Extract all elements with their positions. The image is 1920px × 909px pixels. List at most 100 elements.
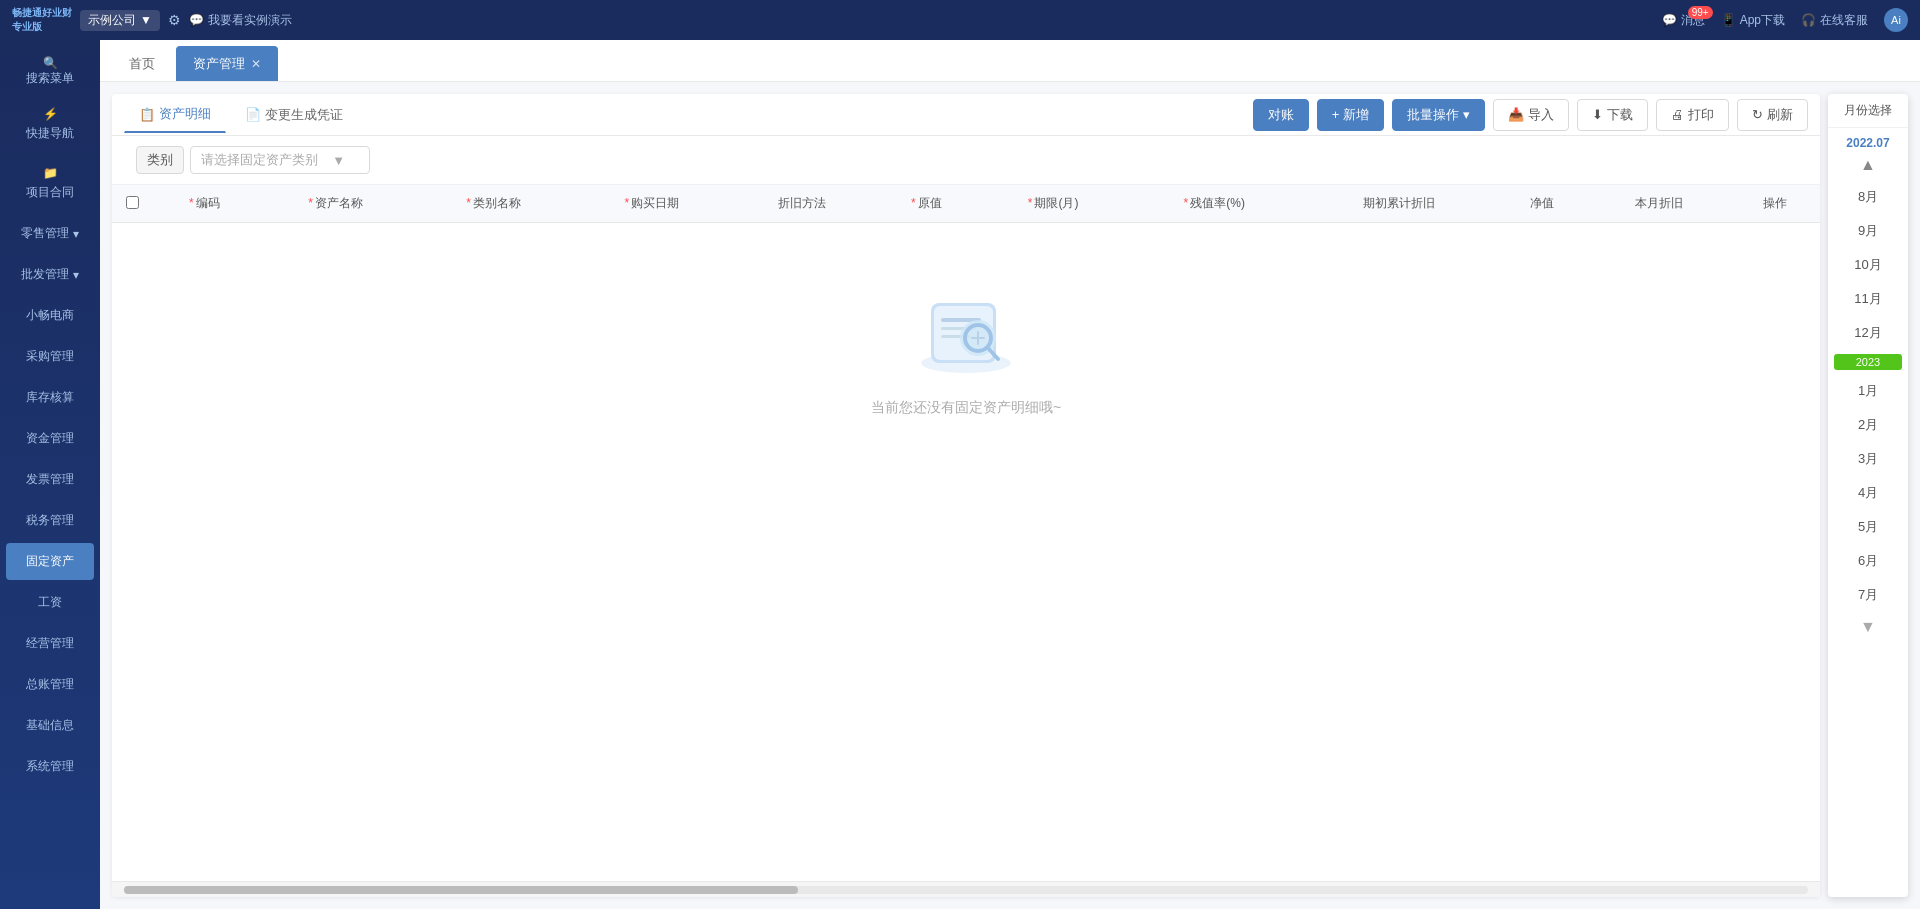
- print-button[interactable]: 🖨 打印: [1656, 99, 1729, 131]
- tab-bar: 首页 资产管理 ✕: [100, 40, 1920, 82]
- sidebar-item-finance[interactable]: 资金管理: [6, 420, 94, 457]
- download-icon: ⬇: [1592, 107, 1603, 122]
- sidebar-item-system[interactable]: 系统管理: [6, 748, 94, 785]
- sidebar-item-fixed-assets[interactable]: 固定资产: [6, 543, 94, 580]
- asset-table-wrap: *编码 *资产名称 *类别名称 *购买日期 折旧方法 *原值 *期限(月) *残…: [112, 185, 1820, 881]
- content-area: 首页 资产管理 ✕ 📋 资产明细 📄 变更生成凭证: [100, 40, 1920, 909]
- sidebar-item-inventory[interactable]: 库存核算: [6, 379, 94, 416]
- refresh-label: 刷新: [1767, 106, 1793, 124]
- month-12-2022[interactable]: 12月: [1828, 316, 1908, 350]
- sidebar-item-basic-info[interactable]: 基础信息: [6, 707, 94, 744]
- batch-ops-chevron: ▾: [1463, 107, 1470, 122]
- month-5-2023[interactable]: 5月: [1828, 510, 1908, 544]
- sidebar-item-project[interactable]: 📁 项目合同: [6, 156, 94, 211]
- scroll-up-button[interactable]: ▲: [1854, 154, 1882, 176]
- sidebar-item-business[interactable]: 经营管理: [6, 625, 94, 662]
- sidebar-search[interactable]: 🔍 搜索菜单: [0, 48, 100, 95]
- sidebar-item-wholesale[interactable]: 批发管理 ▾: [6, 256, 94, 293]
- category-placeholder: 请选择固定资产类别: [201, 151, 332, 169]
- tab-close-icon[interactable]: ✕: [251, 57, 261, 71]
- scroll-down-button[interactable]: ▼: [1854, 616, 1882, 638]
- online-service-button[interactable]: 🎧 在线客服: [1801, 12, 1868, 29]
- month-9-2022[interactable]: 9月: [1828, 214, 1908, 248]
- retail-label: 零售管理: [21, 225, 69, 242]
- month-8-2022[interactable]: 8月: [1828, 180, 1908, 214]
- retail-arrow-icon: ▾: [73, 227, 79, 241]
- search-label: 搜索菜单: [8, 70, 92, 87]
- settings-icon[interactable]: ⚙: [168, 12, 181, 28]
- month-2-2023[interactable]: 2月: [1828, 408, 1908, 442]
- scroll-down-area: ▼: [1828, 612, 1908, 642]
- messages-button[interactable]: 💬 消息 99+: [1662, 12, 1705, 29]
- sidebar-item-purchase[interactable]: 采购管理: [6, 338, 94, 375]
- app-edition: 专业版: [12, 20, 72, 34]
- month-1-2023[interactable]: 1月: [1828, 374, 1908, 408]
- refresh-button[interactable]: ↻ 刷新: [1737, 99, 1808, 131]
- app-download-icon: 📱: [1721, 13, 1736, 27]
- sidebar-item-tax[interactable]: 税务管理: [6, 502, 94, 539]
- empty-state: 当前您还没有固定资产明细哦~: [112, 223, 1820, 477]
- select-all-checkbox[interactable]: [126, 196, 139, 209]
- print-label: 打印: [1688, 106, 1714, 124]
- home-tab-label: 首页: [129, 55, 155, 73]
- import-button[interactable]: 📥 导入: [1493, 99, 1569, 131]
- basic-info-label: 基础信息: [26, 717, 74, 734]
- month-picker-title: 月份选择: [1844, 102, 1892, 119]
- user-avatar[interactable]: Ai: [1884, 8, 1908, 32]
- app-download-button[interactable]: 📱 App下载: [1721, 12, 1785, 29]
- sidebar-item-invoice[interactable]: 发票管理: [6, 461, 94, 498]
- print-icon: 🖨: [1671, 107, 1684, 122]
- month-picker: 月份选择 2022.07 ▲ 8月 9月 10月 11月 12月 2023 1月…: [1828, 94, 1908, 897]
- month-4-2023[interactable]: 4月: [1828, 476, 1908, 510]
- col-name: *资产名称: [256, 185, 414, 223]
- horizontal-scrollbar[interactable]: [124, 886, 1808, 894]
- sub-tabs: 📋 资产明细 📄 变更生成凭证 对账 + 新增 批量操作 ▾: [112, 94, 1820, 136]
- fixed-assets-label: 固定资产: [26, 553, 74, 570]
- download-button[interactable]: ⬇ 下载: [1577, 99, 1648, 131]
- month-10-2022[interactable]: 10月: [1828, 248, 1908, 282]
- sub-tab-asset-detail[interactable]: 📋 资产明细: [124, 96, 226, 133]
- category-label: 类别: [136, 146, 184, 174]
- month-6-2023[interactable]: 6月: [1828, 544, 1908, 578]
- table-header-row: *编码 *资产名称 *类别名称 *购买日期 折旧方法 *原值 *期限(月) *残…: [112, 185, 1820, 223]
- tab-asset-management[interactable]: 资产管理 ✕: [176, 46, 278, 81]
- headset-icon: 🎧: [1801, 13, 1816, 27]
- sidebar-item-ecommerce[interactable]: 小畅电商: [6, 297, 94, 334]
- app-name: 畅捷通好业财: [12, 6, 72, 20]
- sidebar-item-retail[interactable]: 零售管理 ▾: [6, 215, 94, 252]
- asset-table: *编码 *资产名称 *类别名称 *购买日期 折旧方法 *原值 *期限(月) *残…: [112, 185, 1820, 223]
- month-3-2023[interactable]: 3月: [1828, 442, 1908, 476]
- sidebar-item-quick-nav[interactable]: ⚡ 快捷导航: [6, 97, 94, 152]
- month-11-2022[interactable]: 11月: [1828, 282, 1908, 316]
- wholesale-label: 批发管理: [21, 266, 69, 283]
- app-download-label: App下载: [1740, 12, 1785, 29]
- change-voucher-tab-label: 变更生成凭证: [265, 106, 343, 124]
- app-logo: 畅捷通好业财 专业版: [12, 6, 72, 34]
- filter-toolbar: 类别 请选择固定资产类别 ▼: [112, 136, 1820, 185]
- sub-tab-change-voucher[interactable]: 📄 变更生成凭证: [230, 97, 358, 133]
- add-button[interactable]: + 新增: [1317, 99, 1384, 131]
- sidebar-item-salary[interactable]: 工资: [6, 584, 94, 621]
- col-depreciation-method: 折旧方法: [731, 185, 874, 223]
- company-selector[interactable]: 示例公司 ▼: [80, 10, 160, 31]
- tab-home[interactable]: 首页: [112, 46, 172, 81]
- batch-ops-button[interactable]: 批量操作 ▾: [1392, 99, 1485, 131]
- scrollbar-thumb[interactable]: [124, 886, 798, 894]
- ecommerce-label: 小畅电商: [26, 307, 74, 324]
- col-category: *类别名称: [415, 185, 573, 223]
- month-picker-header: 月份选择: [1828, 94, 1908, 128]
- col-residual-rate: *残值率(%): [1128, 185, 1301, 223]
- change-voucher-tab-icon: 📄: [245, 107, 261, 122]
- category-select-input[interactable]: 请选择固定资产类别 ▼: [190, 146, 370, 174]
- company-name: 示例公司: [88, 12, 136, 29]
- wholesale-arrow-icon: ▾: [73, 268, 79, 282]
- reconcile-button[interactable]: 对账: [1253, 99, 1309, 131]
- category-arrow-icon: ▼: [332, 153, 345, 168]
- top-bar-left: 畅捷通好业财 专业版 示例公司 ▼ ⚙ 💬 我要看实例演示: [12, 6, 292, 34]
- sidebar-item-ledger[interactable]: 总账管理: [6, 666, 94, 703]
- inventory-label: 库存核算: [26, 389, 74, 406]
- batch-ops-label: 批量操作: [1407, 106, 1459, 124]
- demo-link[interactable]: 💬 我要看实例演示: [189, 12, 292, 29]
- month-7-2023[interactable]: 7月: [1828, 578, 1908, 612]
- year-2023-badge: 2023: [1834, 354, 1902, 370]
